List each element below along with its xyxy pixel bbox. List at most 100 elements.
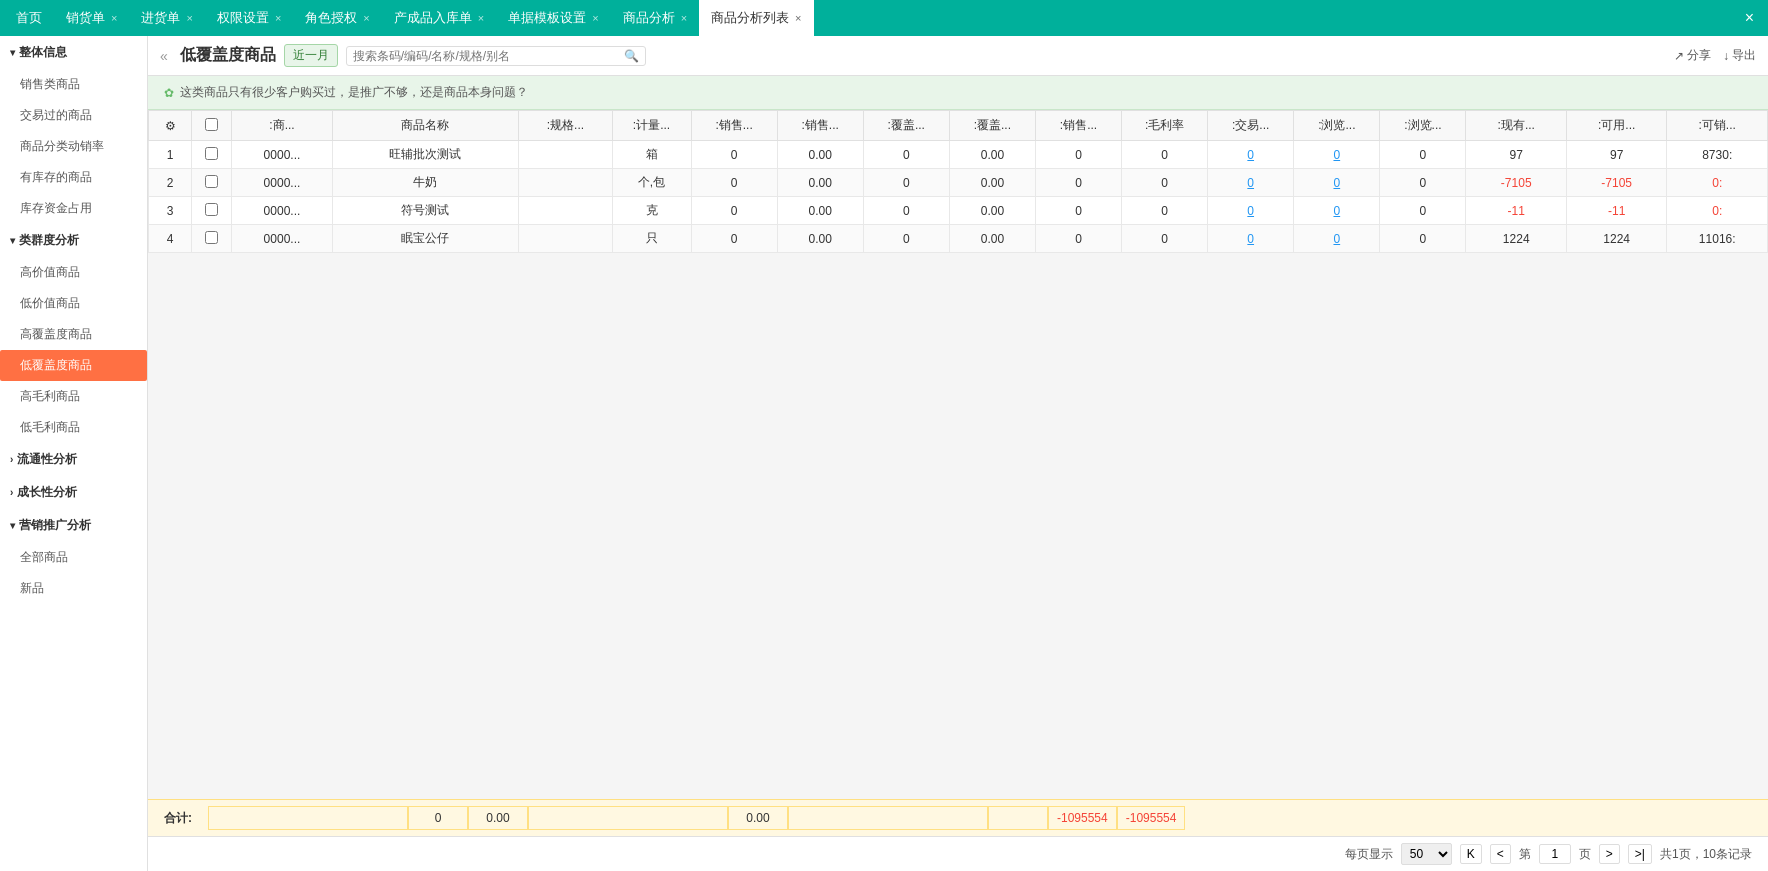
browse-link[interactable]: 0 — [1333, 204, 1340, 218]
last-page-button[interactable]: >| — [1628, 844, 1652, 864]
search-icon[interactable]: 🔍 — [624, 49, 639, 63]
table-cell: 0 — [1035, 225, 1121, 253]
nav-doc-template[interactable]: 单据模板设置 × — [496, 0, 610, 36]
col-code[interactable]: :商... — [232, 111, 332, 141]
sidebar-item-high-margin[interactable]: 高毛利商品 — [0, 381, 147, 412]
col-name[interactable]: 商品名称 — [332, 111, 519, 141]
table-cell: 0 — [1122, 225, 1208, 253]
close-icon[interactable]: × — [478, 12, 484, 24]
header-actions: ↗ 分享 ↓ 导出 — [1674, 47, 1756, 64]
prev-page-button[interactable]: < — [1490, 844, 1511, 864]
browse-link[interactable]: 0 — [1247, 204, 1254, 218]
col-stock2[interactable]: :可用... — [1566, 111, 1666, 141]
sidebar-section-circulation[interactable]: › 流通性分析 — [0, 443, 147, 476]
table-cell: -7105 — [1466, 169, 1566, 197]
table-cell: 0 — [1380, 197, 1466, 225]
sidebar-item-low-coverage[interactable]: 低覆盖度商品 — [0, 350, 147, 381]
col-stock1[interactable]: :现有... — [1466, 111, 1566, 141]
col-cover1[interactable]: :覆盖... — [863, 111, 949, 141]
page-label: 第 — [1519, 846, 1531, 863]
sidebar-item-new-products[interactable]: 新品 — [0, 573, 147, 604]
close-all-tabs-button[interactable]: × — [1735, 9, 1764, 27]
sidebar-section-cluster[interactable]: ▾ 类群度分析 — [0, 224, 147, 257]
col-margin[interactable]: :毛利率 — [1122, 111, 1208, 141]
browse-link[interactable]: 0 — [1247, 232, 1254, 246]
sidebar-item-in-stock-products[interactable]: 有库存的商品 — [0, 162, 147, 193]
share-button[interactable]: ↗ 分享 — [1674, 47, 1711, 64]
row-checkbox[interactable] — [205, 175, 218, 188]
sidebar-collapse-button[interactable]: « — [160, 48, 168, 64]
nav-product-analysis-list[interactable]: 商品分析列表 × — [699, 0, 813, 36]
sidebar-item-category-sales-rate[interactable]: 商品分类动销率 — [0, 131, 147, 162]
total-pages-info: 共1页，10条记录 — [1660, 846, 1752, 863]
browse-link[interactable]: 0 — [1333, 148, 1340, 162]
nav-purchase-order[interactable]: 进货单 × — [129, 0, 204, 36]
close-icon[interactable]: × — [592, 12, 598, 24]
row-checkbox[interactable] — [205, 147, 218, 160]
sidebar-section-marketing[interactable]: ▾ 营销推广分析 — [0, 509, 147, 542]
table-cell: 只 — [612, 225, 691, 253]
close-icon[interactable]: × — [795, 12, 801, 24]
col-spec[interactable]: :规格... — [519, 111, 612, 141]
info-icon: ✿ — [164, 86, 174, 100]
footer-stock2: -1095554 — [1117, 806, 1186, 830]
col-settings[interactable]: ⚙ — [149, 111, 192, 141]
col-browse1[interactable]: :浏览... — [1294, 111, 1380, 141]
sidebar-item-traded-products[interactable]: 交易过的商品 — [0, 100, 147, 131]
first-page-button[interactable]: K — [1460, 844, 1482, 864]
sidebar-item-high-value[interactable]: 高价值商品 — [0, 257, 147, 288]
sidebar-item-all-products[interactable]: 全部商品 — [0, 542, 147, 573]
table-cell: 0000... — [232, 169, 332, 197]
browse-link[interactable]: 0 — [1333, 232, 1340, 246]
table-cell: 0 — [863, 225, 949, 253]
browse-link[interactable]: 0 — [1247, 176, 1254, 190]
close-icon[interactable]: × — [681, 12, 687, 24]
close-icon[interactable]: × — [186, 12, 192, 24]
col-unit[interactable]: :计量... — [612, 111, 691, 141]
nav-sales-order[interactable]: 销货单 × — [54, 0, 129, 36]
nav-product-analysis[interactable]: 商品分析 × — [611, 0, 699, 36]
close-icon[interactable]: × — [275, 12, 281, 24]
sidebar-item-stock-capital[interactable]: 库存资金占用 — [0, 193, 147, 224]
row-checkbox[interactable] — [205, 203, 218, 216]
select-all-checkbox[interactable] — [205, 118, 218, 131]
browse-link[interactable]: 0 — [1247, 148, 1254, 162]
total-label: 合计: — [164, 810, 192, 827]
sidebar-item-high-coverage[interactable]: 高覆盖度商品 — [0, 319, 147, 350]
sidebar-section-growth[interactable]: › 成长性分析 — [0, 476, 147, 509]
col-cover2[interactable]: :覆盖... — [949, 111, 1035, 141]
sidebar-item-sales-products[interactable]: 销售类商品 — [0, 69, 147, 100]
close-icon[interactable]: × — [111, 12, 117, 24]
col-sales2[interactable]: :销售... — [777, 111, 863, 141]
next-page-button[interactable]: > — [1599, 844, 1620, 864]
nav-role-auth[interactable]: 角色授权 × — [293, 0, 381, 36]
row-checkbox[interactable] — [205, 231, 218, 244]
close-icon[interactable]: × — [363, 12, 369, 24]
col-sales3[interactable]: :销售... — [1035, 111, 1121, 141]
col-browse2[interactable]: :浏览... — [1380, 111, 1466, 141]
col-checkbox[interactable] — [192, 111, 232, 141]
table-cell: 2 — [149, 169, 192, 197]
browse-link[interactable]: 0 — [1333, 176, 1340, 190]
table-wrapper[interactable]: ⚙ :商... 商品名称 :规格... :计量... :销售... :销售...… — [148, 110, 1768, 799]
nav-permission-setting[interactable]: 权限设置 × — [205, 0, 293, 36]
table-cell: 4 — [149, 225, 192, 253]
table-cell: 0.00 — [777, 225, 863, 253]
col-trade[interactable]: :交易... — [1208, 111, 1294, 141]
page-size-select[interactable]: 50 20 100 200 — [1401, 843, 1452, 865]
sidebar-item-low-margin[interactable]: 低毛利商品 — [0, 412, 147, 443]
page-header: « 低覆盖度商品 近一月 🔍 ↗ 分享 ↓ 导出 — [148, 36, 1768, 76]
table-cell: 0: — [1667, 197, 1768, 225]
table-cell: 个,包 — [612, 169, 691, 197]
col-stock3[interactable]: :可销... — [1667, 111, 1768, 141]
nav-home[interactable]: 首页 — [4, 0, 54, 36]
table-cell: 0 — [863, 141, 949, 169]
page-number-input[interactable] — [1539, 844, 1571, 864]
search-input[interactable] — [353, 49, 624, 63]
date-filter-button[interactable]: 近一月 — [284, 44, 338, 67]
export-button[interactable]: ↓ 导出 — [1723, 47, 1756, 64]
sidebar-item-low-value[interactable]: 低价值商品 — [0, 288, 147, 319]
sidebar-section-overall[interactable]: ▾ 整体信息 — [0, 36, 147, 69]
col-sales1[interactable]: :销售... — [691, 111, 777, 141]
nav-product-entry[interactable]: 产成品入库单 × — [382, 0, 496, 36]
